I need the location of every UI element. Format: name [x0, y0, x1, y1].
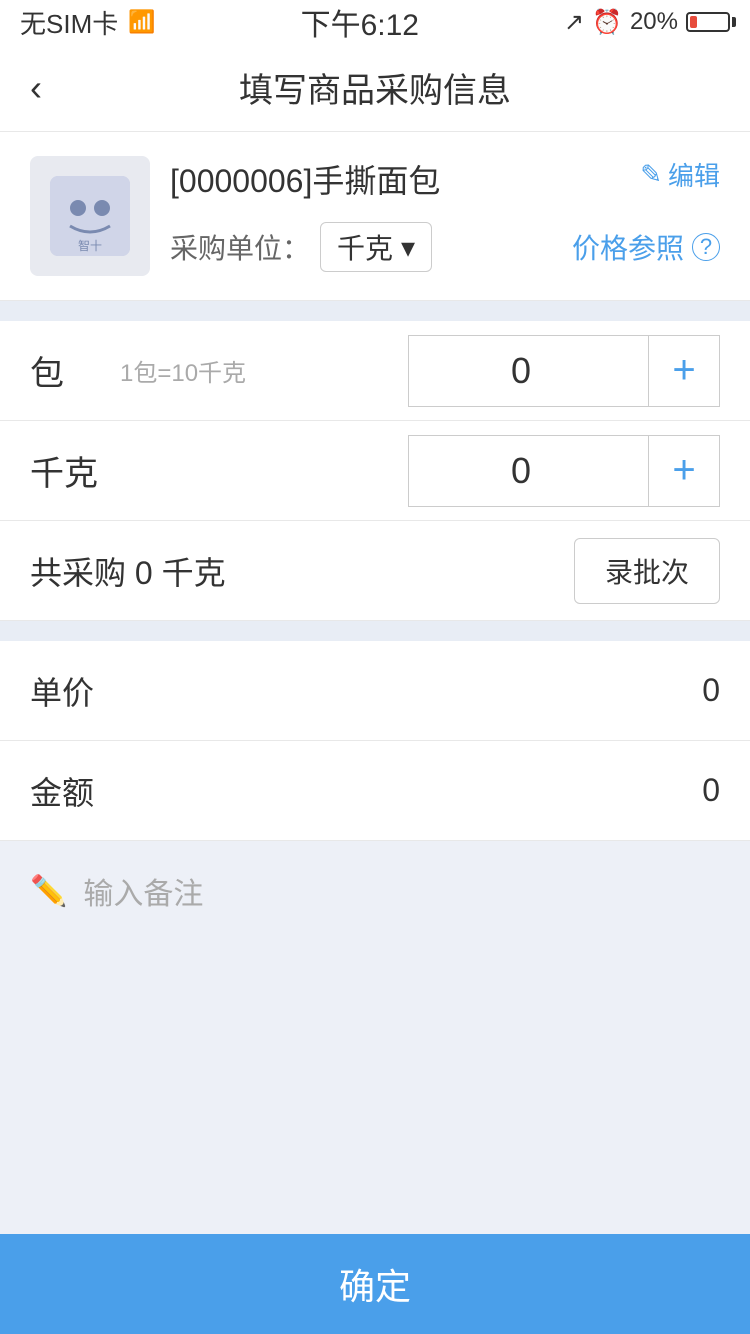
confirm-label: 确定 [339, 1258, 411, 1310]
price-value: 0 [702, 672, 720, 709]
product-unit-row: 采购单位： 千克 ▾ 价格参照 ? [170, 222, 720, 272]
carrier-label: 无SIM卡 [20, 4, 118, 41]
confirm-button[interactable]: 确定 [0, 1234, 750, 1334]
price-ref-button[interactable]: 价格参照 ? [572, 227, 720, 267]
detail-section: 单价 0 金额 0 [0, 641, 750, 841]
unit-section: 采购单位： 千克 ▾ [170, 222, 432, 272]
battery-fill [690, 16, 697, 28]
product-logo: 智十 [50, 176, 130, 256]
status-bar: 无SIM卡 📶 下午6:12 ↗ ⏰ 20% [0, 0, 750, 44]
total-row: 共采购 0 千克 录批次 [0, 521, 750, 621]
price-label: 单价 [30, 668, 94, 714]
logo-svg: 智十 [50, 176, 130, 256]
price-ref-label: 价格参照 [572, 227, 684, 267]
product-card: 智十 [0000006]手撕面包 ✎ 编辑 采购单位： 千克 ▾ 价格参照 ? [0, 132, 750, 301]
amount-row: 金额 0 [0, 741, 750, 841]
status-right: ↗ ⏰ 20% [564, 8, 730, 37]
help-icon: ? [692, 233, 720, 261]
bao-plus-button[interactable]: + [648, 335, 720, 407]
edit-label: 编辑 [668, 156, 720, 193]
kg-label: 千克 [30, 446, 110, 495]
bao-sublabel: 1包=10千克 [120, 353, 246, 388]
unit-label: 采购单位： [170, 227, 310, 267]
bao-input-group: + [408, 335, 720, 407]
amount-label: 金额 [30, 768, 94, 814]
bao-row: 包 1包=10千克 + [0, 321, 750, 421]
chevron-down-icon: ▾ [401, 231, 415, 264]
kg-row: 千克 + [0, 421, 750, 521]
location-icon: ↗ [564, 8, 584, 37]
alarm-icon: ⏰ [592, 8, 622, 37]
kg-plus-button[interactable]: + [648, 435, 720, 507]
unit-dropdown[interactable]: 千克 ▾ [320, 222, 432, 272]
amount-value: 0 [702, 772, 720, 809]
unit-value: 千克 [337, 227, 393, 267]
remark-section[interactable]: ✏️ 输入备注 [0, 841, 750, 941]
product-name: [0000006]手撕面包 [170, 156, 440, 202]
header: ‹ 填写商品采购信息 [0, 44, 750, 132]
svg-text:智十: 智十 [78, 238, 102, 253]
divider-band-2 [0, 621, 750, 641]
total-text: 共采购 0 千克 [30, 548, 226, 594]
edit-icon: ✎ [640, 159, 662, 190]
back-button[interactable]: ‹ [30, 67, 62, 109]
wifi-icon: 📶 [128, 9, 155, 35]
status-left: 无SIM卡 📶 [20, 4, 156, 41]
product-name-row: [0000006]手撕面包 ✎ 编辑 [170, 156, 720, 202]
content-space [0, 941, 750, 1241]
product-image: 智十 [30, 156, 150, 276]
price-row: 单价 0 [0, 641, 750, 741]
divider-band-1 [0, 301, 750, 321]
kg-input-group: + [408, 435, 720, 507]
kg-input[interactable] [408, 435, 648, 507]
bao-label: 包 [30, 346, 110, 395]
remark-placeholder: 输入备注 [83, 869, 203, 913]
product-info: [0000006]手撕面包 ✎ 编辑 采购单位： 千克 ▾ 价格参照 ? [170, 156, 720, 272]
batch-button[interactable]: 录批次 [574, 538, 720, 604]
battery-pct: 20% [630, 8, 678, 36]
pencil-icon: ✏️ [30, 874, 67, 909]
page-title: 填写商品采购信息 [239, 63, 511, 112]
edit-button[interactable]: ✎ 编辑 [640, 156, 720, 193]
battery-icon [686, 12, 730, 32]
time-label: 下午6:12 [301, 0, 419, 44]
bao-input[interactable] [408, 335, 648, 407]
input-section: 包 1包=10千克 + 千克 + [0, 321, 750, 521]
